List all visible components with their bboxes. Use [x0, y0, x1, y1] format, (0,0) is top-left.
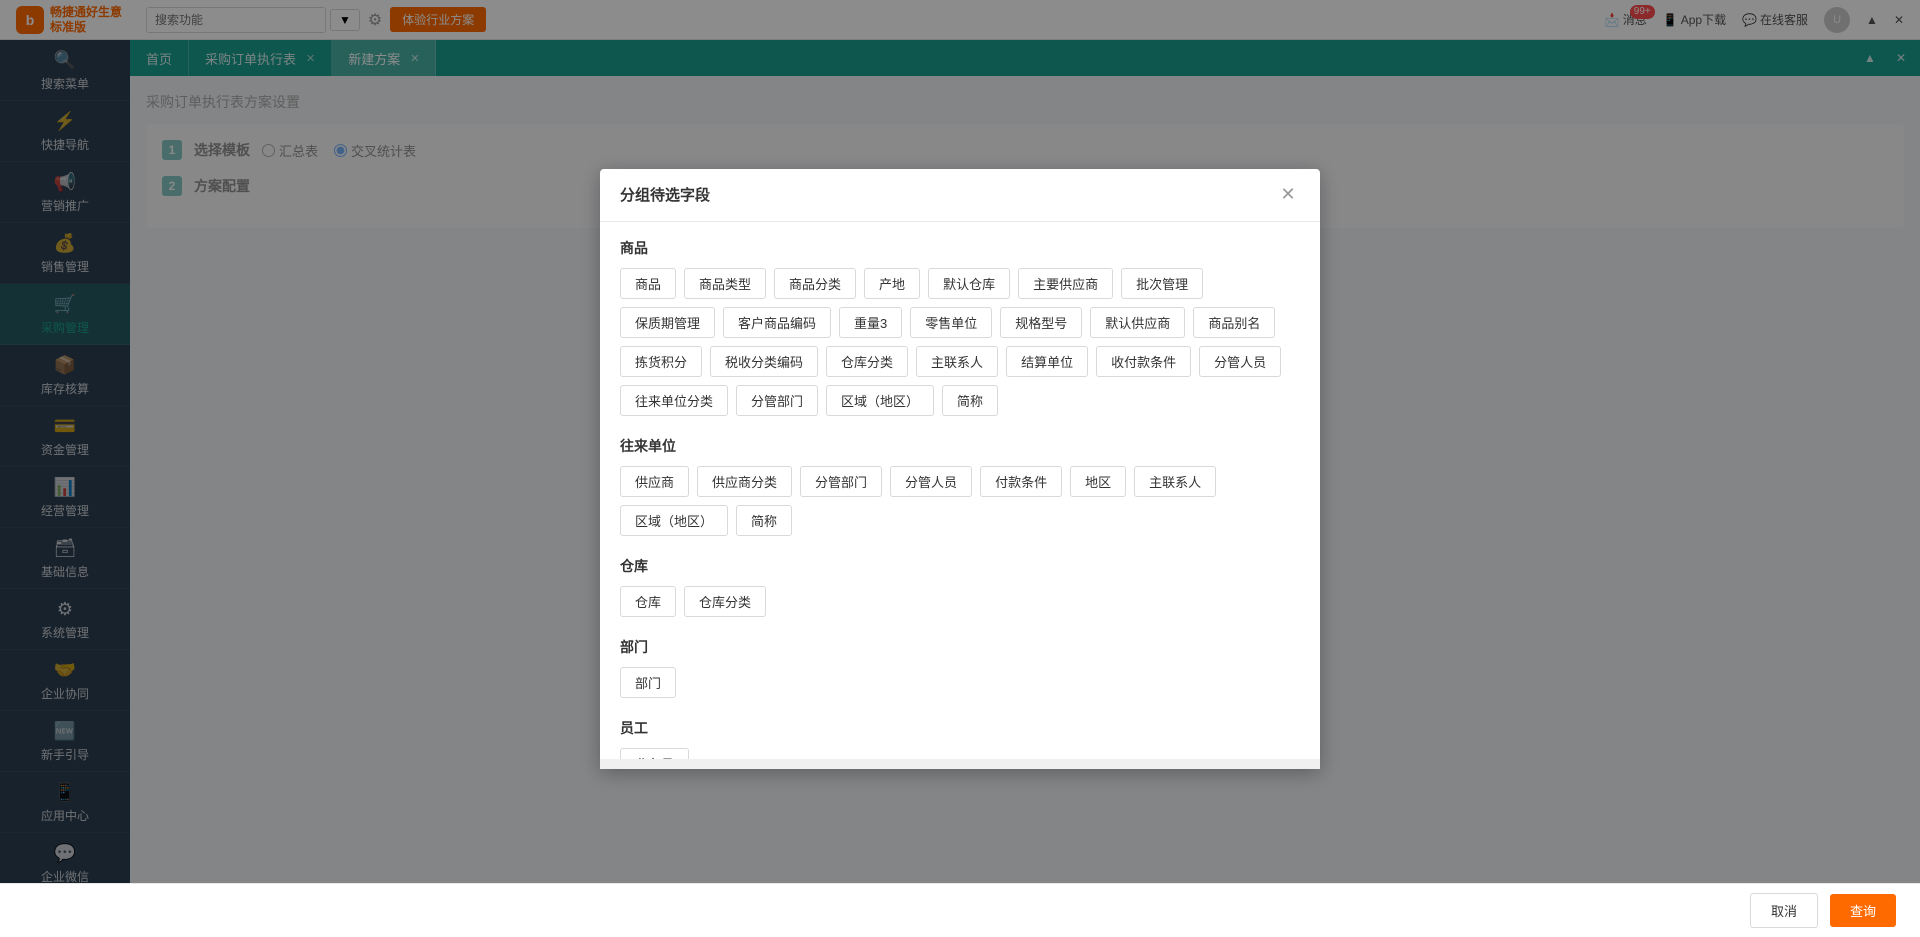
goods-tags: 商品 商品类型 商品分类 产地 默认仓库 主要供应商 批次管理 保质期管理 客户… — [620, 268, 1300, 416]
section-employee-title: 员工 — [620, 718, 1300, 738]
section-partner: 往来单位 供应商 供应商分类 分管部门 分管人员 付款条件 地区 主联系人 区域… — [620, 436, 1300, 536]
tag-goods-24[interactable]: 简称 — [942, 385, 998, 416]
section-department-title: 部门 — [620, 637, 1300, 657]
tag-goods-19[interactable]: 收付款条件 — [1096, 346, 1191, 377]
tag-goods-17[interactable]: 主联系人 — [916, 346, 998, 377]
tag-goods-11[interactable]: 规格型号 — [1000, 307, 1082, 338]
tag-partner-1[interactable]: 供应商分类 — [697, 466, 792, 497]
tag-partner-5[interactable]: 地区 — [1070, 466, 1126, 497]
warehouse-tags: 仓库 仓库分类 — [620, 586, 1300, 617]
tag-goods-6[interactable]: 批次管理 — [1121, 268, 1203, 299]
tag-partner-7[interactable]: 区域（地区） — [620, 505, 728, 536]
tag-goods-16[interactable]: 仓库分类 — [826, 346, 908, 377]
tag-goods-2[interactable]: 商品分类 — [774, 268, 856, 299]
modal-overlay: 分组待选字段 ✕ 商品 商品 商品类型 商品分类 产地 默认仓库 主要供应商 批… — [0, 0, 1920, 937]
tag-warehouse-1[interactable]: 仓库分类 — [684, 586, 766, 617]
tag-partner-2[interactable]: 分管部门 — [800, 466, 882, 497]
tag-goods-12[interactable]: 默认供应商 — [1090, 307, 1185, 338]
tag-goods-8[interactable]: 客户商品编码 — [723, 307, 831, 338]
tag-goods-15[interactable]: 税收分类编码 — [710, 346, 818, 377]
employee-tags: 业务员 — [620, 748, 1300, 759]
department-tags: 部门 — [620, 667, 1300, 698]
tag-goods-18[interactable]: 结算单位 — [1006, 346, 1088, 377]
tag-goods-13[interactable]: 商品别名 — [1193, 307, 1275, 338]
section-employee: 员工 业务员 — [620, 718, 1300, 759]
tag-goods-0[interactable]: 商品 — [620, 268, 676, 299]
cancel-button[interactable]: 取消 — [1750, 893, 1818, 928]
tag-partner-3[interactable]: 分管人员 — [890, 466, 972, 497]
partner-tags: 供应商 供应商分类 分管部门 分管人员 付款条件 地区 主联系人 区域（地区） … — [620, 466, 1300, 536]
tag-goods-3[interactable]: 产地 — [864, 268, 920, 299]
modal-body: 商品 商品 商品类型 商品分类 产地 默认仓库 主要供应商 批次管理 保质期管理… — [600, 222, 1320, 759]
tag-goods-9[interactable]: 重量3 — [839, 307, 902, 338]
tag-goods-4[interactable]: 默认仓库 — [928, 268, 1010, 299]
tag-goods-7[interactable]: 保质期管理 — [620, 307, 715, 338]
section-partner-title: 往来单位 — [620, 436, 1300, 456]
tag-goods-10[interactable]: 零售单位 — [910, 307, 992, 338]
modal-hscroll[interactable] — [600, 759, 1320, 769]
section-warehouse-title: 仓库 — [620, 556, 1300, 576]
modal-title: 分组待选字段 — [620, 184, 710, 205]
tag-partner-6[interactable]: 主联系人 — [1134, 466, 1216, 497]
tag-partner-8[interactable]: 简称 — [736, 505, 792, 536]
tag-goods-21[interactable]: 往来单位分类 — [620, 385, 728, 416]
confirm-button[interactable]: 查询 — [1830, 894, 1896, 927]
section-goods-title: 商品 — [620, 238, 1300, 258]
field-selection-modal: 分组待选字段 ✕ 商品 商品 商品类型 商品分类 产地 默认仓库 主要供应商 批… — [600, 169, 1320, 769]
tag-goods-5[interactable]: 主要供应商 — [1018, 268, 1113, 299]
tag-goods-20[interactable]: 分管人员 — [1199, 346, 1281, 377]
tag-goods-23[interactable]: 区域（地区） — [826, 385, 934, 416]
section-warehouse: 仓库 仓库 仓库分类 — [620, 556, 1300, 617]
modal-header: 分组待选字段 ✕ — [600, 169, 1320, 222]
tag-partner-4[interactable]: 付款条件 — [980, 466, 1062, 497]
tag-goods-22[interactable]: 分管部门 — [736, 385, 818, 416]
tag-partner-0[interactable]: 供应商 — [620, 466, 689, 497]
modal-footer: 取消 查询 — [0, 883, 1920, 937]
tag-goods-14[interactable]: 拣货积分 — [620, 346, 702, 377]
section-department: 部门 部门 — [620, 637, 1300, 698]
section-goods: 商品 商品 商品类型 商品分类 产地 默认仓库 主要供应商 批次管理 保质期管理… — [620, 238, 1300, 416]
modal-close-btn[interactable]: ✕ — [1276, 183, 1300, 207]
tag-goods-1[interactable]: 商品类型 — [684, 268, 766, 299]
tag-dept-0[interactable]: 部门 — [620, 667, 676, 698]
tag-warehouse-0[interactable]: 仓库 — [620, 586, 676, 617]
tag-emp-0[interactable]: 业务员 — [620, 748, 689, 759]
